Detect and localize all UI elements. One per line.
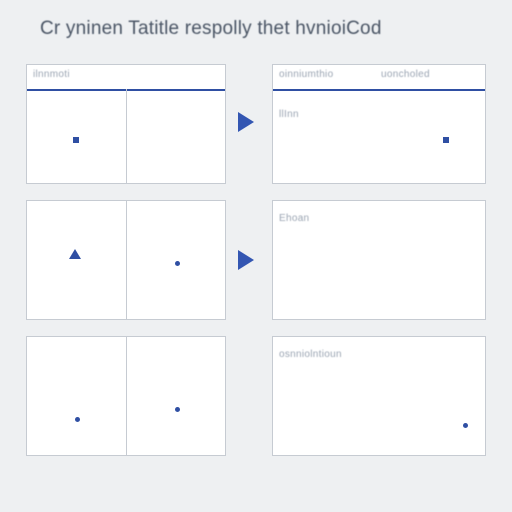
- right-cell-2-label: Ehoan: [279, 213, 309, 224]
- page-title: Cr yninen Tatitle respolly thet hvnioiCo…: [40, 18, 382, 40]
- square-icon: [443, 137, 449, 143]
- square-icon: [73, 137, 79, 143]
- vsplit: [126, 337, 127, 455]
- vsplit: [126, 89, 127, 183]
- dot-icon: [175, 261, 180, 266]
- right-cell-3-label: osnniolntioun: [279, 349, 342, 360]
- right-cell-1: oinniumthio uoncholed llInn: [272, 64, 486, 184]
- dot-icon: [75, 417, 80, 422]
- left-grid-row2: [26, 200, 226, 320]
- right-top-label-b: uoncholed: [381, 69, 430, 80]
- canvas: Cr yninen Tatitle respolly thet hvnioiCo…: [0, 0, 512, 512]
- right-cell-1-label: llInn: [279, 109, 299, 120]
- right-cell-2: Ehoan: [272, 200, 486, 320]
- left-grid-row3: [26, 336, 226, 456]
- triangle-icon: [69, 249, 81, 259]
- dot-icon: [175, 407, 180, 412]
- divider: [273, 89, 485, 91]
- left-top-label: ilnnmoti: [33, 69, 70, 80]
- vsplit: [126, 201, 127, 319]
- arrow-right-icon: [238, 112, 254, 132]
- left-grid-row1: ilnnmoti: [26, 64, 226, 184]
- arrow-right-icon: [238, 250, 254, 270]
- right-top-label-a: oinniumthio: [279, 69, 333, 80]
- right-cell-3: osnniolntioun: [272, 336, 486, 456]
- dot-icon: [463, 423, 468, 428]
